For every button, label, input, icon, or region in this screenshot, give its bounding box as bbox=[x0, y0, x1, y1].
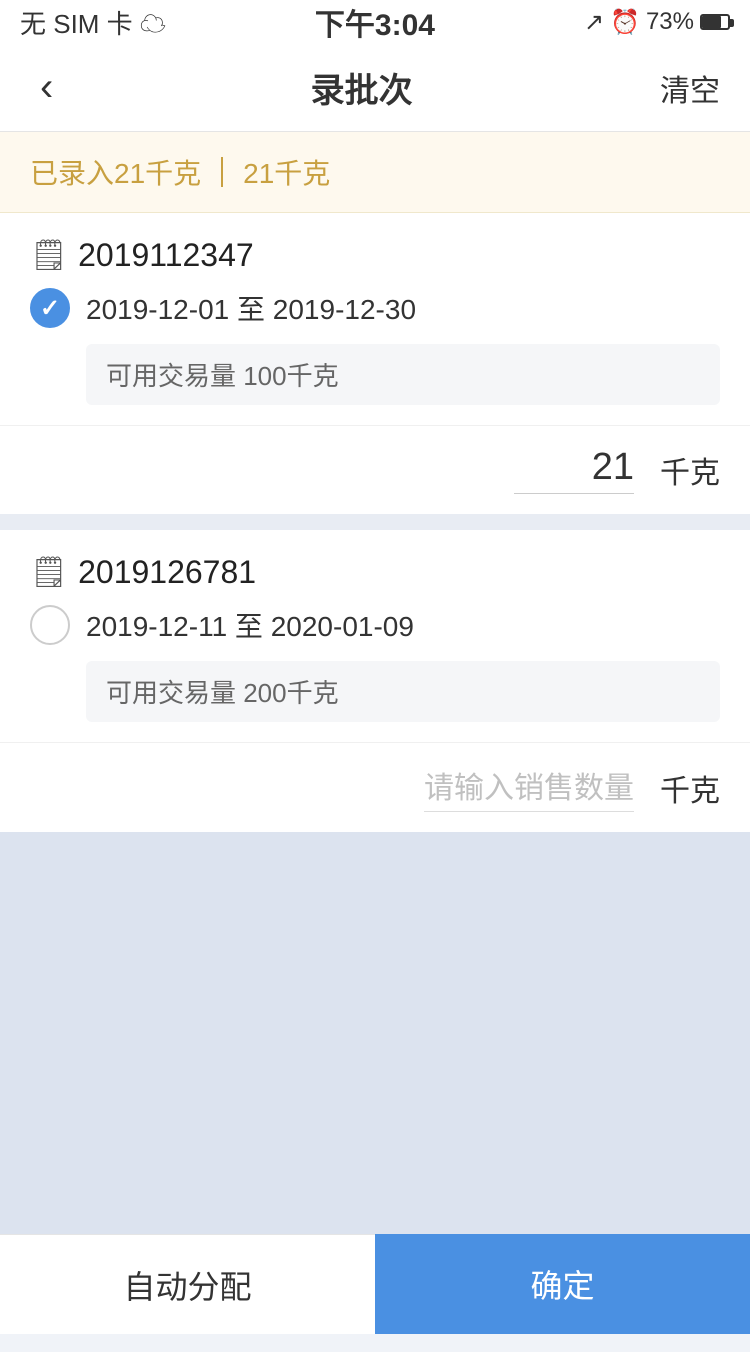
empty-area bbox=[0, 832, 750, 1252]
batch-date-row-2: 2019-12-11 至 2020-01-09 bbox=[30, 605, 720, 645]
content-area: 🗒 2019112347 ✓ 2019-12-01 至 2019-12-30 可… bbox=[0, 213, 750, 1352]
auto-distribute-button[interactable]: 自动分配 bbox=[0, 1234, 375, 1334]
info-divider bbox=[221, 157, 223, 187]
page-title: 录批次 bbox=[311, 63, 413, 112]
batch-date-1: 2019-12-01 至 2019-12-30 bbox=[86, 288, 416, 328]
battery-text: 73% bbox=[646, 8, 694, 36]
batch-id-2: 2019126781 bbox=[78, 554, 256, 591]
quantity-value-1: 21 bbox=[592, 446, 634, 489]
batch-id-1: 2019112347 bbox=[78, 237, 254, 274]
quantity-row-1: 21 千克 bbox=[0, 425, 750, 514]
radio-check-icon-1: ✓ bbox=[40, 294, 60, 323]
confirm-button[interactable]: 确定 bbox=[375, 1234, 750, 1334]
quantity-unit-1: 千克 bbox=[660, 448, 720, 492]
batch-id-row-1: 🗒 2019112347 bbox=[30, 237, 720, 274]
batch-date-row-1: ✓ 2019-12-01 至 2019-12-30 bbox=[30, 288, 720, 328]
batch-card-2: 🗒 2019126781 2019-12-11 至 2020-01-09 可用交… bbox=[0, 530, 750, 832]
batch-id-row-2: 🗒 2019126781 bbox=[30, 554, 720, 591]
quantity-input-1[interactable]: 21 bbox=[514, 446, 634, 494]
status-time: 下午3:04 bbox=[315, 0, 435, 44]
quantity-unit-2: 千克 bbox=[660, 766, 720, 810]
location-icon: ↗ bbox=[584, 8, 604, 37]
quantity-placeholder-row-2: 请输入销售数量 千克 bbox=[0, 742, 750, 832]
no-sim-text: 无 SIM 卡 ☁ bbox=[20, 4, 166, 41]
quantity-placeholder-2[interactable]: 请输入销售数量 bbox=[424, 763, 634, 812]
batch-icon-2: 🗒 bbox=[30, 555, 68, 590]
recorded-value: 21千克 bbox=[243, 152, 330, 192]
recorded-label: 已录入21千克 bbox=[30, 152, 201, 192]
radio-button-2[interactable] bbox=[30, 605, 70, 645]
card-divider bbox=[0, 514, 750, 530]
info-banner: 已录入21千克 21千克 bbox=[0, 132, 750, 213]
radio-button-1[interactable]: ✓ bbox=[30, 288, 70, 328]
batch-card-1: 🗒 2019112347 ✓ 2019-12-01 至 2019-12-30 可… bbox=[0, 213, 750, 514]
status-right: ↗ ⏰ 73% bbox=[584, 8, 730, 37]
back-button[interactable]: ‹ bbox=[30, 55, 63, 120]
batch-date-2: 2019-12-11 至 2020-01-09 bbox=[86, 605, 414, 645]
bottom-bar: 自动分配 确定 bbox=[0, 1234, 750, 1334]
batch-available-1: 可用交易量 100千克 bbox=[86, 344, 720, 405]
clear-button[interactable]: 清空 bbox=[660, 66, 720, 110]
batch-icon-1: 🗒 bbox=[30, 238, 68, 273]
nav-bar: ‹ 录批次 清空 bbox=[0, 44, 750, 132]
battery-icon bbox=[700, 14, 730, 30]
alarm-icon: ⏰ bbox=[610, 8, 640, 37]
placeholder-label: 请输入销售数量 bbox=[424, 772, 634, 805]
batch-available-2: 可用交易量 200千克 bbox=[86, 661, 720, 722]
status-bar: 无 SIM 卡 ☁ 下午3:04 ↗ ⏰ 73% bbox=[0, 0, 750, 44]
status-left: 无 SIM 卡 ☁ bbox=[20, 4, 166, 41]
